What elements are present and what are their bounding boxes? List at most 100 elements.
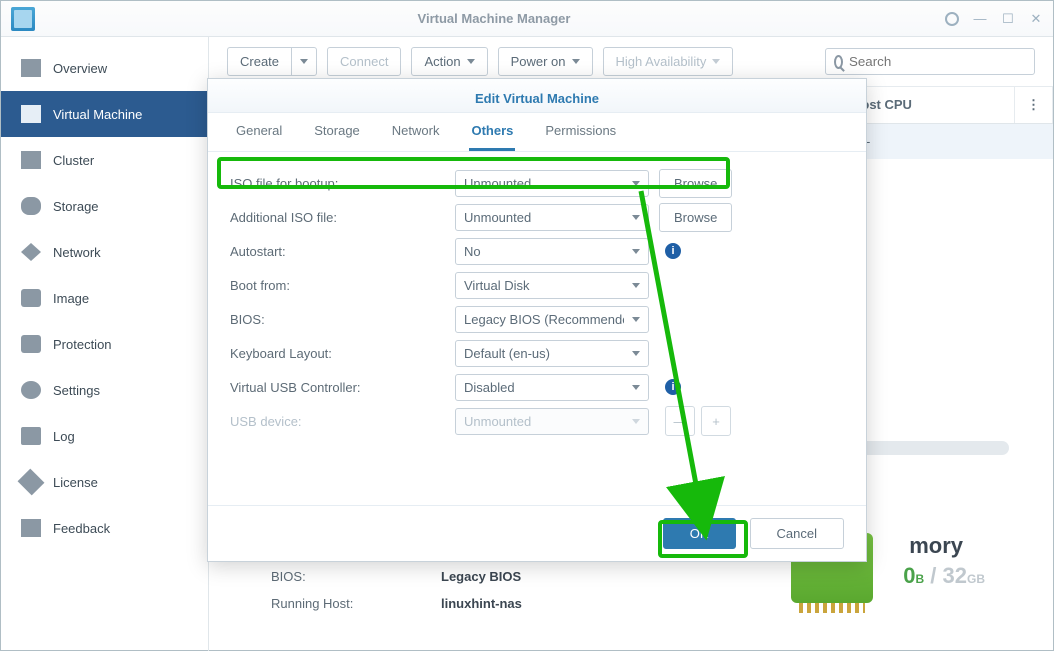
sidebar-item-label: Log [53, 429, 75, 444]
envelope-icon [21, 519, 41, 537]
sidebar-item-label: License [53, 475, 98, 490]
network-icon [21, 243, 41, 261]
detail-runninghost-label: Running Host: [271, 596, 441, 611]
info-icon[interactable]: i [665, 243, 681, 259]
memory-label: mory [909, 533, 963, 559]
search-input-wrap[interactable] [825, 48, 1035, 75]
sidebar-item-label: Image [53, 291, 89, 306]
bios-select[interactable]: Legacy BIOS (Recommended) [455, 306, 649, 333]
action-button[interactable]: Action [411, 47, 487, 76]
close-button[interactable]: ✕ [1029, 12, 1043, 26]
image-icon [21, 289, 41, 307]
sidebar-item-overview[interactable]: Overview [1, 45, 208, 91]
action-label: Action [424, 54, 460, 69]
autostart-select[interactable]: No [455, 238, 649, 265]
chevron-down-icon [632, 215, 640, 220]
power-on-button[interactable]: Power on [498, 47, 593, 76]
high-availability-button[interactable]: High Availability [603, 47, 734, 76]
create-button[interactable]: Create [227, 47, 317, 76]
sidebar-item-network[interactable]: Network [1, 229, 208, 275]
addiso-label: Additional ISO file: [230, 210, 455, 225]
protection-icon [21, 335, 41, 353]
bios-label: BIOS: [230, 312, 455, 327]
bootfrom-label: Boot from: [230, 278, 455, 293]
sidebar-item-virtual-machine[interactable]: Virtual Machine [1, 91, 208, 137]
sidebar: Overview Virtual Machine Cluster Storage… [1, 37, 209, 651]
cancel-button[interactable]: Cancel [750, 518, 844, 549]
modal-footer: OK Cancel [208, 505, 866, 561]
chevron-down-icon [632, 385, 640, 390]
sidebar-item-label: Overview [53, 61, 107, 76]
search-icon [834, 55, 843, 69]
addiso-select[interactable]: Unmounted [455, 204, 649, 231]
tab-network[interactable]: Network [390, 113, 442, 151]
chevron-down-icon [572, 59, 580, 64]
create-label: Create [240, 54, 279, 69]
tab-others[interactable]: Others [469, 113, 515, 151]
kblayout-label: Keyboard Layout: [230, 346, 455, 361]
isoboot-label: ISO file for bootup: [230, 176, 455, 191]
isoboot-browse-button[interactable]: Browse [659, 169, 732, 198]
bootfrom-select[interactable]: Virtual Disk [455, 272, 649, 299]
sidebar-item-settings[interactable]: Settings [1, 367, 208, 413]
sidebar-item-label: Network [53, 245, 101, 260]
isoboot-select[interactable]: Unmounted [455, 170, 649, 197]
sidebar-item-feedback[interactable]: Feedback [1, 505, 208, 551]
pin-icon[interactable] [945, 12, 959, 26]
chevron-down-icon [712, 59, 720, 64]
ha-label: High Availability [616, 54, 707, 69]
chevron-down-icon [467, 59, 475, 64]
storage-icon [21, 197, 41, 215]
connect-label: Connect [340, 54, 388, 69]
gear-icon [21, 381, 41, 399]
sidebar-item-label: Storage [53, 199, 99, 214]
maximize-button[interactable]: ☐ [1001, 12, 1015, 26]
th-column-menu[interactable]: ⋮ [1015, 87, 1053, 123]
edit-vm-modal: Edit Virtual Machine General Storage Net… [207, 78, 867, 562]
tab-general[interactable]: General [234, 113, 284, 151]
detail-bios-value: Legacy BIOS [441, 569, 521, 584]
addiso-browse-button[interactable]: Browse [659, 203, 732, 232]
usbdev-label: USB device: [230, 414, 455, 429]
chevron-down-icon [300, 59, 308, 64]
sidebar-item-label: Virtual Machine [53, 107, 142, 122]
sidebar-item-label: Cluster [53, 153, 94, 168]
usbctrl-select[interactable]: Disabled [455, 374, 649, 401]
cluster-icon [21, 151, 41, 169]
usbdev-select: Unmounted [455, 408, 649, 435]
info-icon[interactable]: i [665, 379, 681, 395]
overview-icon [21, 59, 41, 77]
chevron-down-icon [632, 351, 640, 356]
virtual-machine-icon [21, 105, 41, 123]
chevron-down-icon [632, 419, 640, 424]
log-icon [21, 427, 41, 445]
sidebar-item-image[interactable]: Image [1, 275, 208, 321]
ok-button[interactable]: OK [663, 518, 736, 549]
detail-bios-label: BIOS: [271, 569, 441, 584]
add-usb-button: + [701, 406, 731, 436]
window-title: Virtual Machine Manager [43, 11, 945, 26]
sidebar-item-license[interactable]: License [1, 459, 208, 505]
chevron-down-icon [632, 317, 640, 322]
chevron-down-icon [632, 249, 640, 254]
search-input[interactable] [849, 54, 1026, 69]
sidebar-item-label: Protection [53, 337, 112, 352]
key-icon [18, 469, 45, 496]
sidebar-item-storage[interactable]: Storage [1, 183, 208, 229]
cell-host-cpu: - [854, 124, 1029, 159]
sidebar-item-cluster[interactable]: Cluster [1, 137, 208, 183]
chevron-down-icon [632, 181, 640, 186]
tab-permissions[interactable]: Permissions [543, 113, 618, 151]
sidebar-item-protection[interactable]: Protection [1, 321, 208, 367]
app-window: Virtual Machine Manager — ☐ ✕ Overview V… [0, 0, 1054, 651]
detail-runninghost-value: linuxhint-nas [441, 596, 522, 611]
tab-storage[interactable]: Storage [312, 113, 362, 151]
connect-button[interactable]: Connect [327, 47, 401, 76]
sidebar-item-log[interactable]: Log [1, 413, 208, 459]
titlebar: Virtual Machine Manager — ☐ ✕ [1, 1, 1053, 37]
memory-fraction: 0B / 32GB [903, 563, 985, 589]
kblayout-select[interactable]: Default (en-us) [455, 340, 649, 367]
minimize-button[interactable]: — [973, 12, 987, 26]
poweron-label: Power on [511, 54, 566, 69]
modal-body: ISO file for bootup: Unmounted Browse Ad… [208, 152, 866, 508]
